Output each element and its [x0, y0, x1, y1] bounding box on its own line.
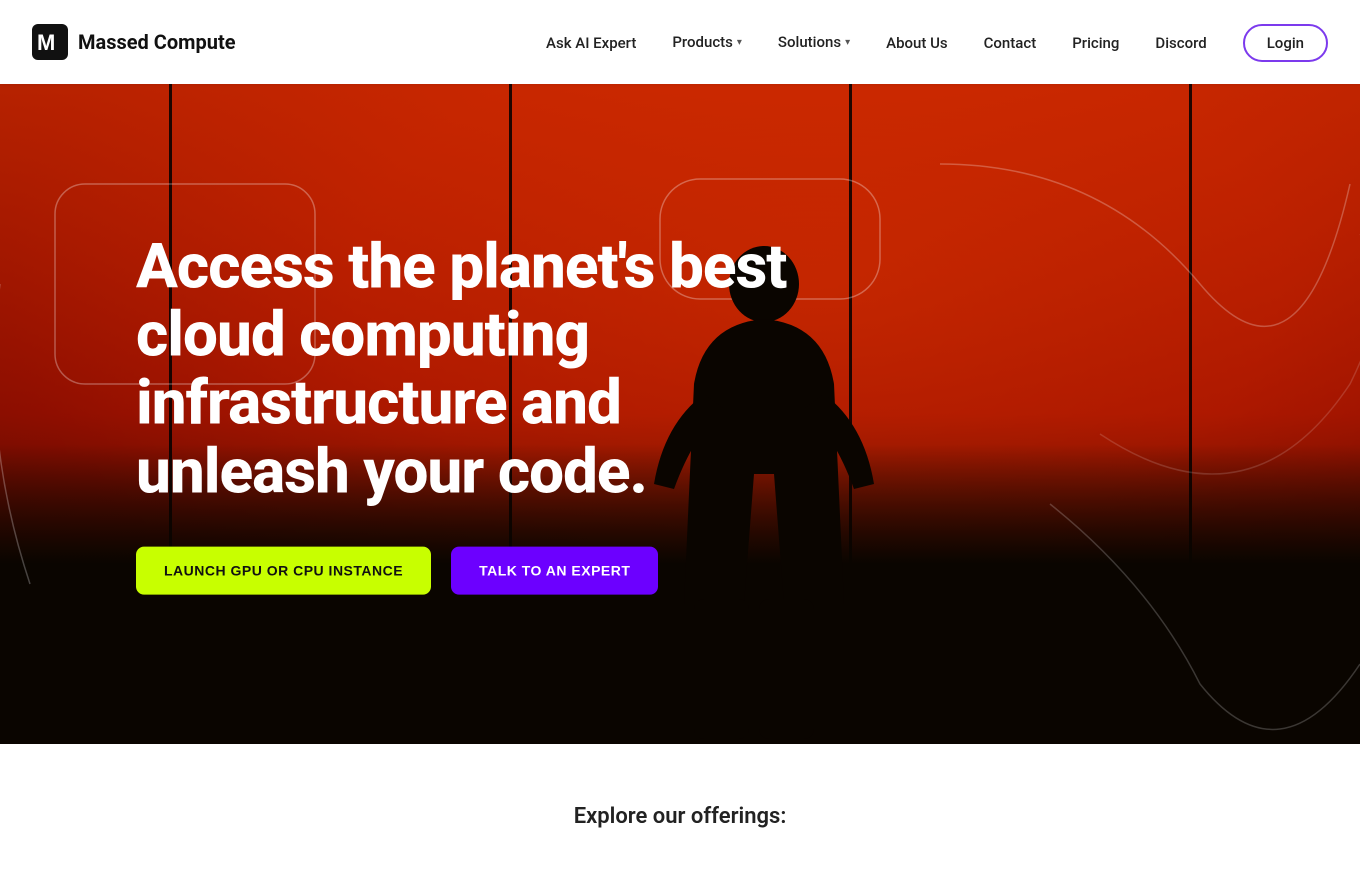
chevron-down-icon: ▾: [845, 37, 850, 48]
nav-item-ask-ai-expert[interactable]: Ask AI Expert: [546, 33, 636, 52]
nav-link-about-us[interactable]: About Us: [886, 34, 948, 52]
nav-item-contact[interactable]: Contact: [984, 33, 1037, 52]
nav-item-discord[interactable]: Discord: [1155, 33, 1206, 52]
nav-link-discord[interactable]: Discord: [1155, 34, 1206, 52]
nav-item-solutions[interactable]: Solutions ▾: [778, 33, 850, 51]
brand-name: Massed Compute: [78, 30, 236, 54]
nav-link-ask-ai-expert[interactable]: Ask AI Expert: [546, 34, 636, 52]
nav-item-about-us[interactable]: About Us: [886, 33, 948, 52]
talk-to-expert-button[interactable]: TALK TO AN EXPERT: [451, 546, 658, 594]
login-button[interactable]: Login: [1243, 24, 1328, 62]
nav-link-solutions[interactable]: Solutions ▾: [778, 33, 850, 51]
nav-item-products[interactable]: Products ▾: [672, 33, 742, 51]
hero-content: Access the planet's best cloud computing…: [136, 234, 836, 595]
nav-item-login[interactable]: Login: [1243, 33, 1328, 52]
nav-link-pricing[interactable]: Pricing: [1072, 34, 1119, 52]
hero-title: Access the planet's best cloud computing…: [136, 234, 836, 507]
nav-links: Ask AI Expert Products ▾ Solutions ▾ Abo…: [546, 33, 1328, 52]
logo-icon: M: [32, 24, 68, 60]
hero-section: Access the planet's best cloud computing…: [0, 84, 1360, 744]
offerings-section: Explore our offerings:: [0, 744, 1360, 869]
offerings-title: Explore our offerings:: [0, 804, 1360, 829]
launch-instance-button[interactable]: LAUNCH GPU OR CPU INSTANCE: [136, 546, 431, 594]
logo-link[interactable]: M Massed Compute: [32, 24, 236, 60]
nav-item-pricing[interactable]: Pricing: [1072, 33, 1119, 52]
svg-text:M: M: [37, 30, 55, 55]
chevron-down-icon: ▾: [737, 37, 742, 48]
nav-link-contact[interactable]: Contact: [984, 34, 1037, 52]
navbar: M Massed Compute Ask AI Expert Products …: [0, 0, 1360, 84]
nav-link-products[interactable]: Products ▾: [672, 33, 742, 51]
hero-actions: LAUNCH GPU OR CPU INSTANCE TALK TO AN EX…: [136, 546, 836, 594]
